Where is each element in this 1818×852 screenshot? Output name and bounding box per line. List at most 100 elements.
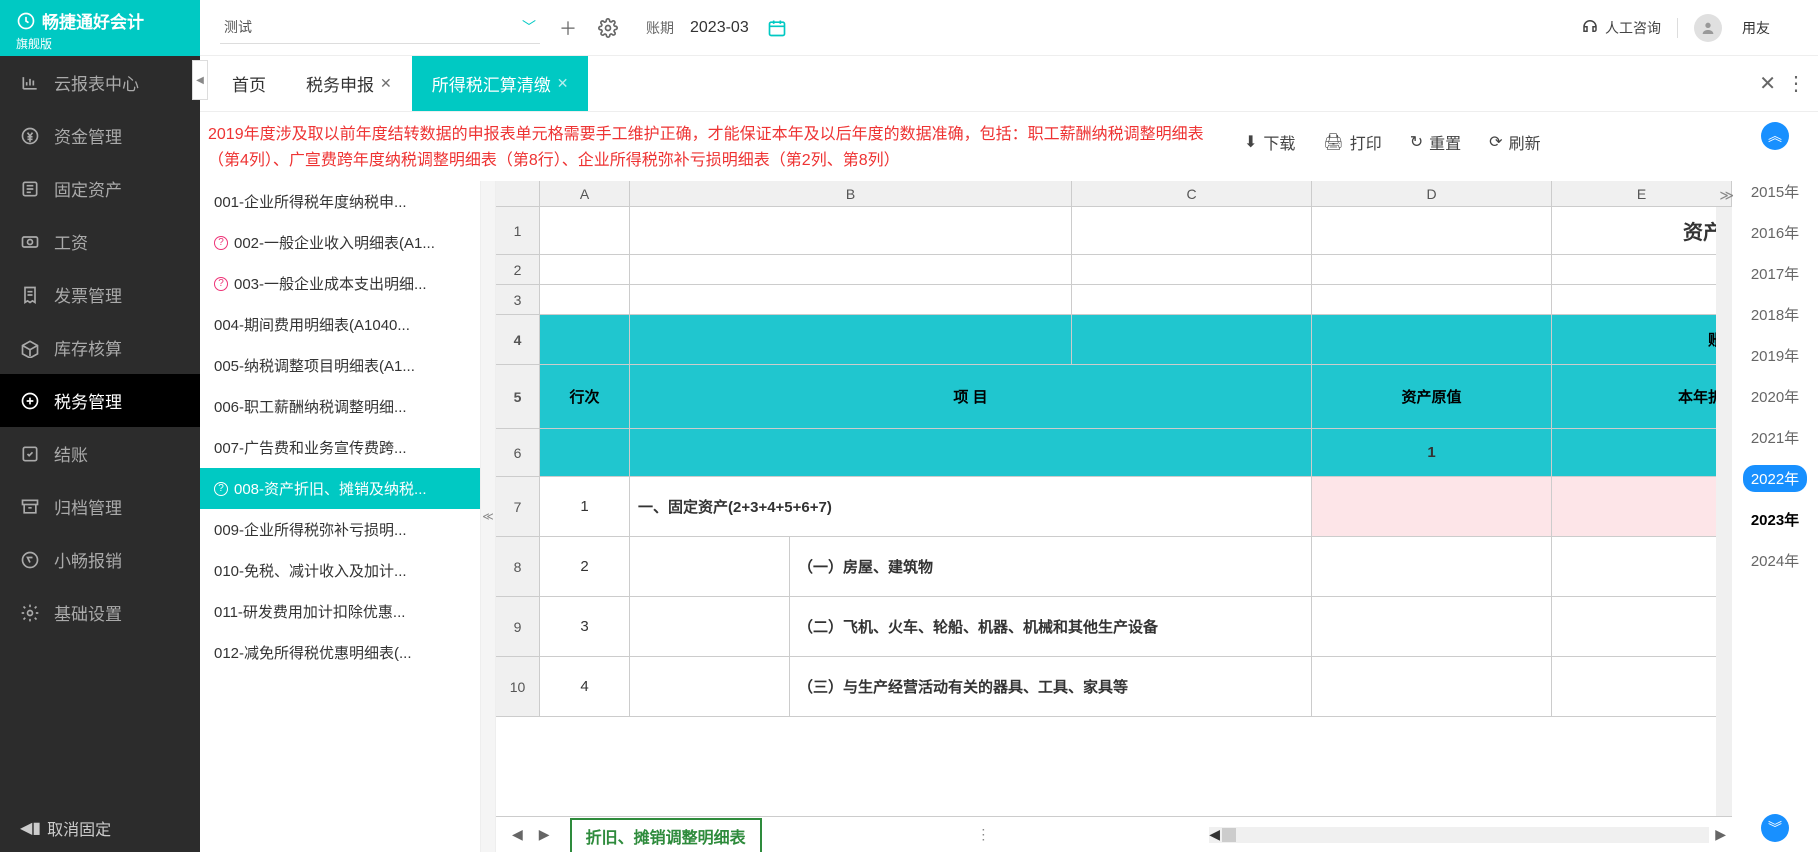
row-header[interactable]: 2 bbox=[496, 255, 540, 284]
row-header[interactable]: 3 bbox=[496, 285, 540, 314]
head-dep[interactable]: 本年折 bbox=[1552, 365, 1732, 428]
sidebar-item-stock[interactable]: 库存核算 bbox=[0, 321, 200, 374]
sheet-tab[interactable]: 折旧、摊销调整明细表 bbox=[570, 818, 762, 852]
col-header[interactable]: C bbox=[1072, 181, 1312, 206]
form-list-item[interactable]: 001-企业所得税年度纳税申... bbox=[200, 181, 480, 222]
cell[interactable] bbox=[630, 597, 790, 656]
sidebar-item-money[interactable]: 资金管理 bbox=[0, 109, 200, 162]
cell[interactable] bbox=[1312, 537, 1552, 596]
download-button[interactable]: ⬇下载 bbox=[1244, 130, 1295, 154]
cell[interactable] bbox=[1552, 597, 1732, 656]
cell[interactable]: （一）房屋、建筑物 bbox=[790, 537, 1312, 596]
sheet-resize-handle[interactable]: ⋮ bbox=[762, 826, 1210, 843]
row-header[interactable]: 5 bbox=[496, 365, 540, 428]
year-option[interactable]: 2021年 bbox=[1743, 424, 1807, 451]
form-list-collapse[interactable]: ≪ bbox=[480, 181, 496, 852]
head-item[interactable]: 项 目 bbox=[630, 365, 1312, 428]
sidebar-item-chart[interactable]: 云报表中心 bbox=[0, 56, 200, 109]
cell[interactable] bbox=[1312, 477, 1552, 536]
form-list-item[interactable]: 009-企业所得税弥补亏损明... bbox=[200, 509, 480, 550]
sheet-collapse-icon[interactable]: ≫ bbox=[1719, 187, 1734, 204]
cell[interactable] bbox=[1552, 657, 1732, 716]
form-list-item[interactable]: 011-研发费用加计扣除优惠... bbox=[200, 591, 480, 632]
year-option[interactable]: 2015年 bbox=[1743, 178, 1807, 205]
row-header[interactable]: 10 bbox=[496, 657, 540, 716]
print-button[interactable]: 🖨打印 bbox=[1323, 130, 1381, 154]
calendar-icon[interactable] bbox=[765, 16, 789, 40]
close-icon[interactable]: ✕ bbox=[557, 75, 569, 92]
add-button[interactable]: ＋ bbox=[556, 16, 580, 40]
sidebar-item-wage[interactable]: 工资 bbox=[0, 215, 200, 268]
cell[interactable]: 一、固定资产(2+3+4+5+6+7) bbox=[630, 477, 1312, 536]
row-header[interactable]: 1 bbox=[496, 207, 540, 254]
cell[interactable]: （三）与生产经营活动有关的器具、工具、家具等 bbox=[790, 657, 1312, 716]
tab[interactable]: 所得税汇算清缴✕ bbox=[412, 56, 589, 111]
form-list-item[interactable]: 007-广告费和业务宣传费跨... bbox=[200, 427, 480, 468]
year-down-button[interactable]: ︾ bbox=[1761, 814, 1789, 842]
subcol-num[interactable]: 1 bbox=[1312, 429, 1552, 476]
cell[interactable]: （二）飞机、火车、轮船、机器、机械和其他生产设备 bbox=[790, 597, 1312, 656]
form-list-item[interactable]: 012-减免所得税优惠明细表(... bbox=[200, 632, 480, 673]
year-option[interactable]: 2017年 bbox=[1743, 260, 1807, 287]
year-option[interactable]: 2023年 bbox=[1743, 506, 1807, 533]
sidebar-item-invoice[interactable]: 发票管理 bbox=[0, 268, 200, 321]
row-header[interactable]: 4 bbox=[496, 315, 540, 364]
avatar[interactable] bbox=[1694, 14, 1722, 42]
cell[interactable] bbox=[630, 537, 790, 596]
cell[interactable] bbox=[1552, 477, 1732, 536]
col-header[interactable]: E bbox=[1552, 181, 1732, 206]
sidebar-item-settings[interactable]: 基础设置 bbox=[0, 586, 200, 639]
col-header[interactable]: A bbox=[540, 181, 630, 206]
cell[interactable] bbox=[1312, 657, 1552, 716]
form-list-item[interactable]: ?008-资产折旧、摊销及纳税... bbox=[200, 468, 480, 509]
reset-button[interactable]: ↻重置 bbox=[1410, 130, 1461, 154]
sheet-prev-icon[interactable]: ◀ bbox=[512, 826, 523, 843]
row-header[interactable]: 8 bbox=[496, 537, 540, 596]
refresh-button[interactable]: ⟳刷新 bbox=[1489, 130, 1540, 154]
vertical-scrollbar[interactable] bbox=[1716, 207, 1732, 816]
sheet-next-icon[interactable]: ▶ bbox=[539, 826, 550, 843]
form-list-item[interactable]: ?003-一般企业成本支出明细... bbox=[200, 263, 480, 304]
year-option[interactable]: 2019年 bbox=[1743, 342, 1807, 369]
year-option[interactable]: 2020年 bbox=[1743, 383, 1807, 410]
tab[interactable]: 首页 bbox=[212, 56, 286, 111]
form-list-item[interactable]: 006-职工薪酬纳税调整明细... bbox=[200, 386, 480, 427]
row-header[interactable]: 6 bbox=[496, 429, 540, 476]
tab-close-all-icon[interactable]: ✕ bbox=[1759, 71, 1776, 96]
horizontal-scrollbar[interactable]: ◀ bbox=[1209, 827, 1709, 843]
sidebar-item-refund[interactable]: 小畅报销 bbox=[0, 533, 200, 586]
year-option[interactable]: 2016年 bbox=[1743, 219, 1807, 246]
form-list-item[interactable]: 004-期间费用明细表(A1040... bbox=[200, 304, 480, 345]
row-header[interactable]: 7 bbox=[496, 477, 540, 536]
settings-icon[interactable] bbox=[596, 16, 620, 40]
cell[interactable]: 1 bbox=[540, 477, 630, 536]
year-option[interactable]: 2018年 bbox=[1743, 301, 1807, 328]
cell[interactable]: 2 bbox=[540, 537, 630, 596]
cell[interactable] bbox=[1552, 537, 1732, 596]
user-name[interactable]: 用友 bbox=[1738, 18, 1798, 38]
head-orig[interactable]: 资产原值 bbox=[1312, 365, 1552, 428]
head-seq[interactable]: 行次 bbox=[540, 365, 630, 428]
cell[interactable] bbox=[1312, 597, 1552, 656]
close-icon[interactable]: ✕ bbox=[380, 75, 392, 92]
year-option[interactable]: 2022年 bbox=[1743, 465, 1807, 492]
scroll-right-icon[interactable]: ▶ bbox=[1709, 826, 1732, 843]
year-up-button[interactable]: ︽ bbox=[1761, 122, 1789, 150]
tab-more-icon[interactable]: ⋮ bbox=[1786, 71, 1806, 96]
sidebar-collapse-toggle[interactable]: ◀ bbox=[192, 60, 208, 100]
col-header[interactable]: B bbox=[630, 181, 1072, 206]
cell[interactable] bbox=[630, 657, 790, 716]
sheet-title[interactable]: 资产 bbox=[1552, 207, 1732, 254]
company-selector[interactable]: 测试 ﹀ bbox=[220, 11, 540, 44]
col-header[interactable]: D bbox=[1312, 181, 1552, 206]
row-header[interactable]: 9 bbox=[496, 597, 540, 656]
tab[interactable]: 税务申报✕ bbox=[286, 56, 412, 111]
year-option[interactable]: 2024年 bbox=[1743, 547, 1807, 574]
cell[interactable]: 4 bbox=[540, 657, 630, 716]
sidebar-item-archive[interactable]: 归档管理 bbox=[0, 480, 200, 533]
form-list-item[interactable]: ?002-一般企业收入明细表(A1... bbox=[200, 222, 480, 263]
sidebar-item-close-acct[interactable]: 结账 bbox=[0, 427, 200, 480]
form-list-item[interactable]: 010-免税、减计收入及加计... bbox=[200, 550, 480, 591]
sidebar-item-tax[interactable]: 税务管理 bbox=[0, 374, 200, 427]
consult-button[interactable]: 人工咨询 bbox=[1581, 17, 1661, 38]
